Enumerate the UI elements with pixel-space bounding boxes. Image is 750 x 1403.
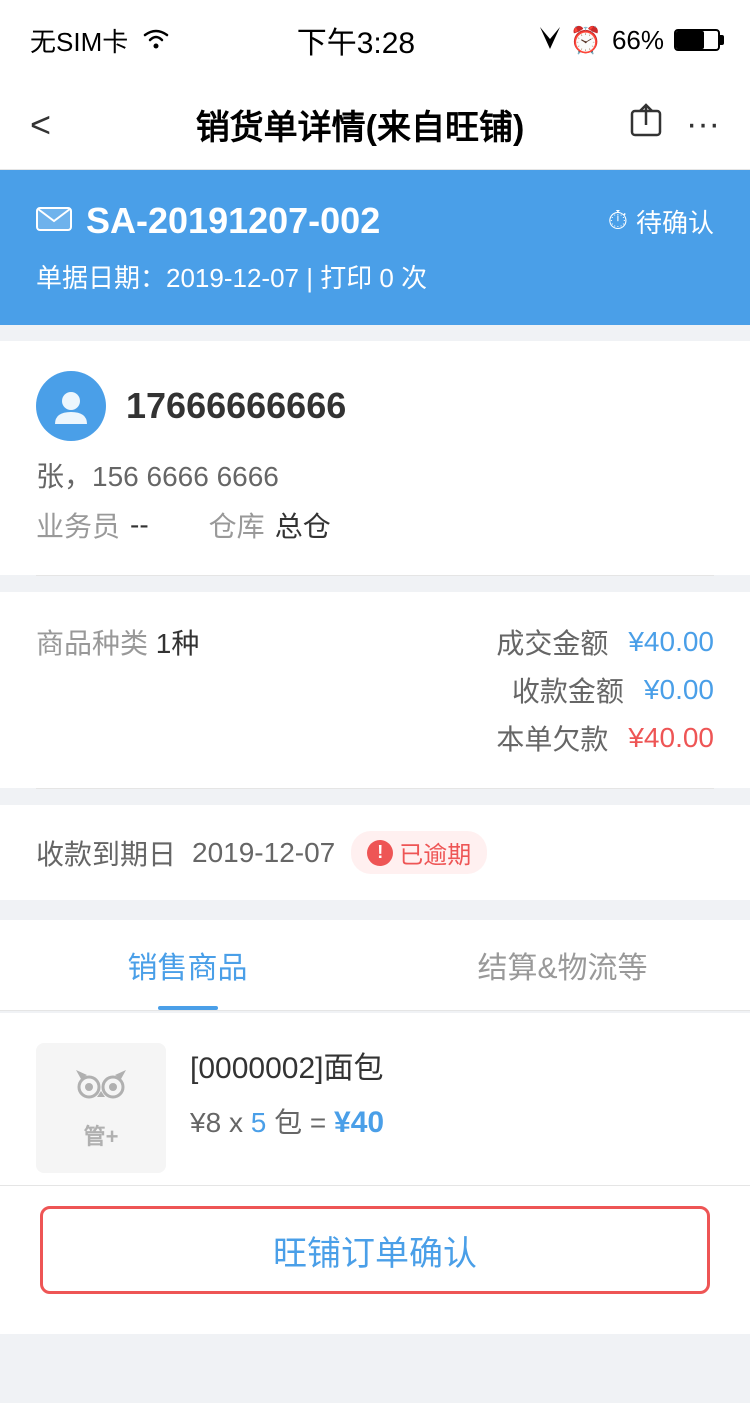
price-separator: x bbox=[229, 1107, 251, 1138]
due-date-section: 收款到期日 2019-12-07 ! 已逾期 bbox=[0, 805, 750, 900]
payment-value: ¥0.00 bbox=[644, 674, 714, 706]
equals-sign: = bbox=[310, 1107, 334, 1138]
product-info: [0000002]面包 ¥8 x 5 包 = ¥40 bbox=[190, 1043, 714, 1141]
customer-section: 17666666666 张，156 6666 6666 业务员 -- 仓库 总仓 bbox=[0, 341, 750, 575]
due-date-value: 2019-12-07 bbox=[192, 837, 335, 869]
category-value: 1种 bbox=[156, 628, 200, 659]
balance-row: 本单欠款 ¥40.00 bbox=[496, 718, 714, 758]
share-button[interactable] bbox=[630, 103, 662, 146]
overdue-warning-icon: ! bbox=[367, 840, 393, 866]
nav-bar: < 销货单详情(来自旺铺) ··· bbox=[0, 80, 750, 170]
due-date-label: 收款到期日 bbox=[36, 833, 176, 873]
overdue-text: 已逾期 bbox=[399, 835, 471, 870]
divider-2 bbox=[36, 788, 714, 789]
tab-settlement[interactable]: 结算&物流等 bbox=[375, 920, 750, 1010]
status-clock-icon: ⏱ bbox=[608, 205, 628, 237]
overdue-badge: ! 已逾期 bbox=[351, 831, 487, 874]
amount-label: 成交金额 bbox=[496, 622, 608, 662]
order-header: SA-20191207-002 ⏱ 待确认 单据日期：2019-12-07 | … bbox=[0, 170, 750, 325]
bottom-bar: 旺铺订单确认 bbox=[0, 1185, 750, 1334]
status-left: 无SIM卡 bbox=[30, 22, 172, 59]
status-right: ⏰ 66% bbox=[540, 25, 720, 56]
salesperson-field: 业务员 -- bbox=[36, 505, 149, 545]
back-button[interactable]: < bbox=[30, 104, 90, 146]
salesperson-label: 业务员 bbox=[36, 505, 120, 545]
product-price: ¥8 x 5 包 = ¥40 bbox=[190, 1101, 714, 1141]
order-status-text: 待确认 bbox=[636, 203, 714, 240]
order-status: ⏱ 待确认 bbox=[608, 203, 714, 240]
category-label: 商品种类 bbox=[36, 628, 148, 659]
page-title: 销货单详情(来自旺铺) bbox=[196, 100, 525, 149]
customer-name: 张，156 6666 6666 bbox=[36, 455, 714, 495]
product-image: 管+ bbox=[36, 1043, 166, 1173]
order-date: 单据日期：2019-12-07 | 打印 0 次 bbox=[36, 258, 714, 295]
product-name: [0000002]面包 bbox=[190, 1043, 714, 1087]
customer-phone[interactable]: 17666666666 bbox=[126, 385, 346, 427]
order-id-text: SA-20191207-002 bbox=[86, 200, 380, 242]
carrier-label: 无SIM卡 bbox=[30, 22, 128, 59]
tab-active-indicator bbox=[158, 1006, 218, 1010]
location-icon bbox=[540, 25, 560, 56]
order-id-icon bbox=[36, 200, 72, 242]
payment-row: 收款金额 ¥0.00 bbox=[512, 670, 714, 710]
status-time: 下午3:28 bbox=[297, 18, 415, 62]
amount-value: ¥40.00 bbox=[628, 626, 714, 658]
product-unit: 包 bbox=[274, 1107, 302, 1138]
customer-meta: 业务员 -- 仓库 总仓 bbox=[36, 505, 714, 545]
summary-section: 商品种类 1种 成交金额 ¥40.00 收款金额 ¥0.00 本单欠款 ¥40.… bbox=[0, 592, 750, 788]
tab-sales-products[interactable]: 销售商品 bbox=[0, 920, 375, 1010]
salesperson-value: -- bbox=[130, 509, 149, 541]
product-logo-text: 管+ bbox=[84, 1119, 119, 1151]
alarm-icon: ⏰ bbox=[570, 25, 602, 56]
wifi-icon bbox=[140, 25, 172, 56]
warehouse-field: 仓库 总仓 bbox=[209, 505, 331, 545]
order-header-top: SA-20191207-002 ⏱ 待确认 bbox=[36, 200, 714, 242]
product-category: 商品种类 1种 bbox=[36, 622, 199, 662]
divider-1 bbox=[36, 575, 714, 576]
confirm-order-button[interactable]: 旺铺订单确认 bbox=[40, 1206, 710, 1294]
tab-sales-label: 销售商品 bbox=[128, 943, 248, 987]
order-id: SA-20191207-002 bbox=[36, 200, 380, 242]
status-bar: 无SIM卡 下午3:28 ⏰ 66% bbox=[0, 0, 750, 80]
battery-percent: 66% bbox=[612, 25, 664, 56]
amount-row: 成交金额 ¥40.00 bbox=[496, 622, 714, 662]
payment-label: 收款金额 bbox=[512, 670, 624, 710]
customer-top: 17666666666 bbox=[36, 371, 714, 441]
more-button[interactable]: ··· bbox=[686, 105, 720, 144]
product-total: ¥40 bbox=[334, 1106, 384, 1139]
customer-avatar bbox=[36, 371, 106, 441]
product-section: 管+ [0000002]面包 ¥8 x 5 包 = ¥40 bbox=[0, 1013, 750, 1203]
warehouse-value: 总仓 bbox=[275, 505, 331, 545]
tab-settlement-label: 结算&物流等 bbox=[477, 943, 647, 987]
unit-price: ¥8 bbox=[190, 1107, 221, 1138]
nav-actions: ··· bbox=[630, 103, 720, 146]
warehouse-label: 仓库 bbox=[209, 505, 265, 545]
product-qty: 5 bbox=[251, 1107, 267, 1138]
amounts: 成交金额 ¥40.00 收款金额 ¥0.00 本单欠款 ¥40.00 bbox=[496, 622, 714, 758]
battery-icon bbox=[674, 29, 720, 51]
balance-value: ¥40.00 bbox=[628, 722, 714, 754]
balance-label: 本单欠款 bbox=[496, 718, 608, 758]
tabs-section: 销售商品 结算&物流等 bbox=[0, 920, 750, 1011]
